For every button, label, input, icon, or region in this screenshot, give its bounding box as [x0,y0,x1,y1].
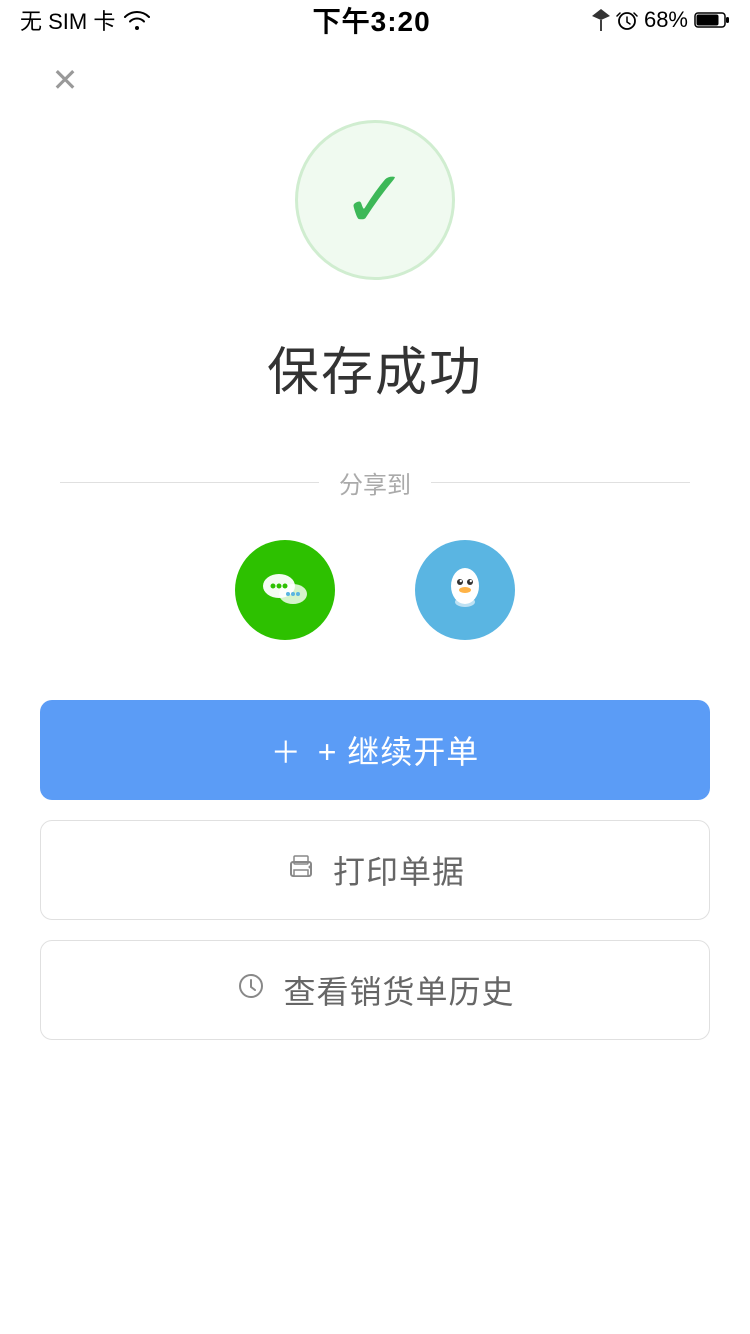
history-button[interactable]: 查看销货单历史 [40,940,710,1040]
main-content: ✓ 保存成功 分享到 [0,40,750,1040]
print-label: 打印单据 [333,847,465,893]
share-label: 分享到 [319,465,431,500]
no-sim-label: 无 SIM 卡 [20,4,115,36]
alarm-icon [616,9,638,31]
share-divider: 分享到 [0,465,750,500]
status-time: 下午3:20 [313,0,431,40]
share-section: 分享到 [0,465,750,640]
printer-svg [285,850,317,882]
status-right: 68% [592,7,730,33]
close-icon: ✕ [52,61,79,99]
print-button[interactable]: 打印单据 [40,820,710,920]
continue-order-label: + 继续开单 [318,727,480,773]
close-button[interactable]: ✕ [40,55,90,105]
continue-order-button[interactable]: ＋ + 继续开单 [40,700,710,800]
location-icon [592,9,610,31]
divider-line-left [60,482,319,483]
wechat-logo-icon [255,560,315,620]
status-bar: 无 SIM 卡 下午3:20 68% [0,0,750,40]
history-icon [235,970,267,1010]
clock-svg [235,970,267,1002]
print-icon [285,850,317,890]
wechat-share-button[interactable] [235,540,335,640]
history-label: 查看销货单历史 [283,967,514,1013]
divider-line-right [431,482,690,483]
checkmark-icon: ✓ [341,160,408,240]
action-buttons: ＋ + 继续开单 打印单据 查看销货单历史 [0,700,750,1040]
plus-icon: ＋ [271,728,302,772]
status-left: 无 SIM 卡 [20,4,151,36]
qq-share-button[interactable] [415,540,515,640]
battery-icon [694,11,730,29]
success-title: 保存成功 [267,330,483,405]
wifi-icon [123,10,151,30]
share-icons [235,540,515,640]
battery-percentage: 68% [644,7,688,33]
success-circle: ✓ [295,120,455,280]
qq-logo-icon [437,562,493,618]
